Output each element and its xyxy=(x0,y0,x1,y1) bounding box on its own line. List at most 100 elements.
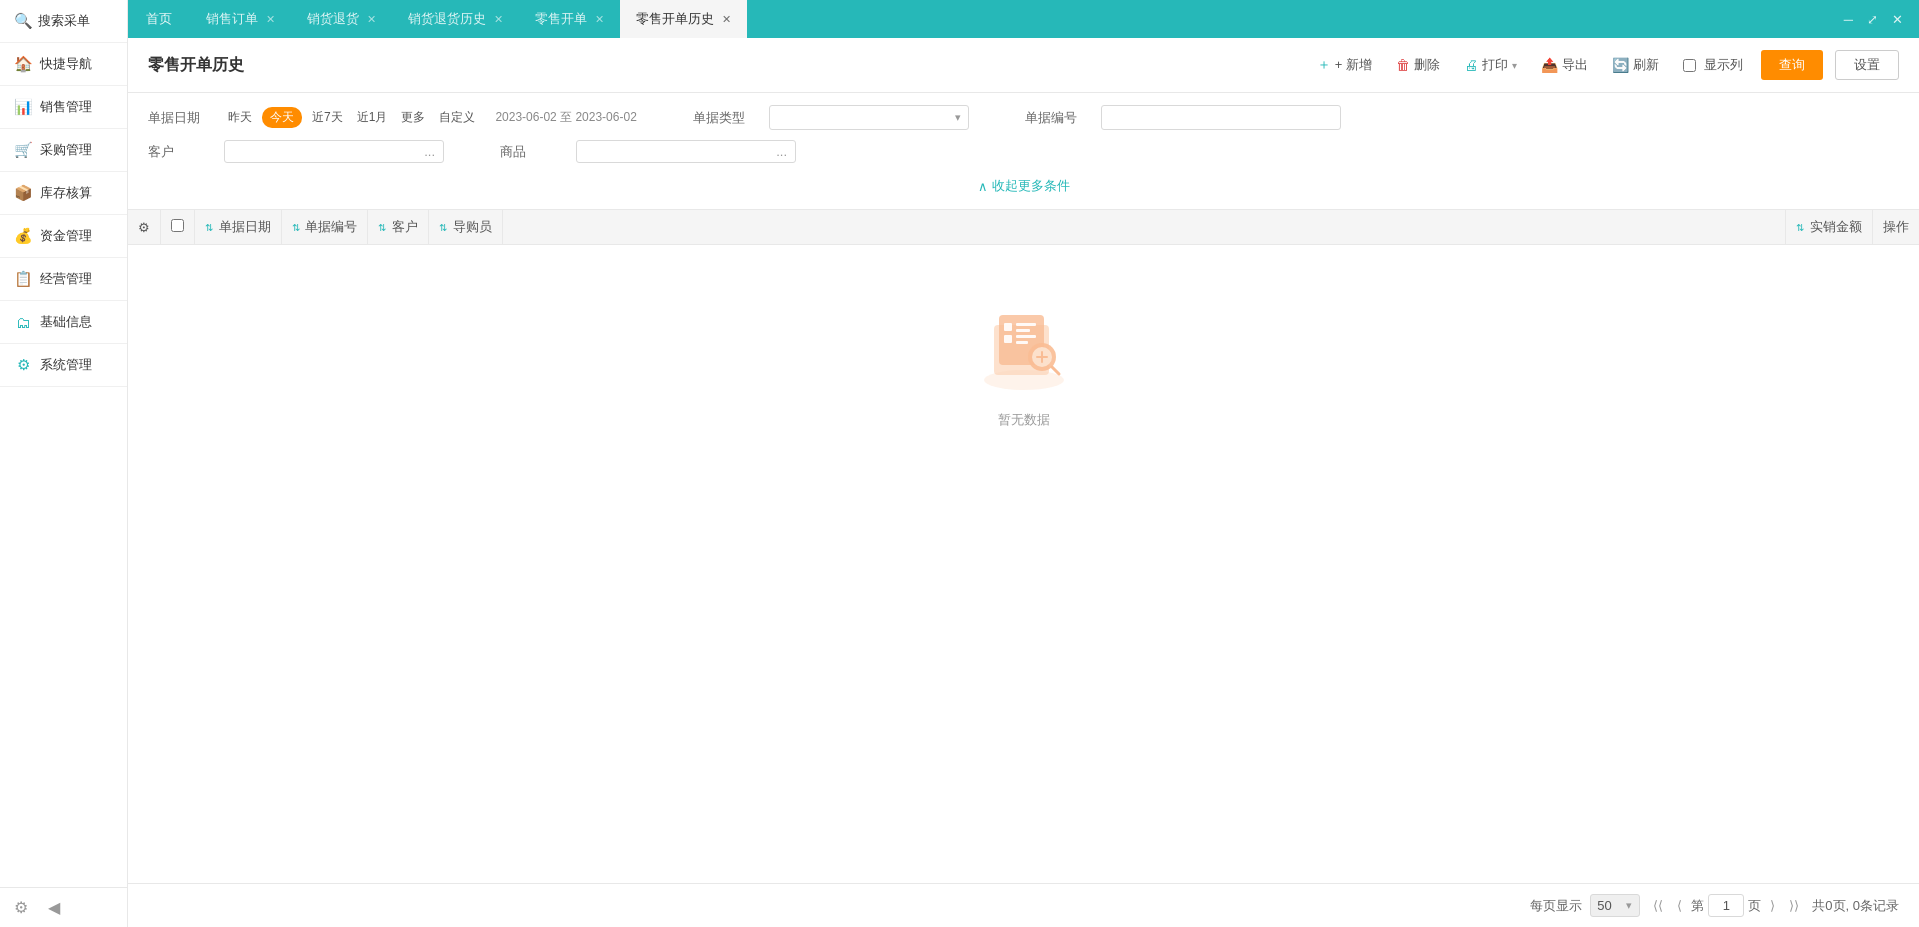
product-input-wrapper[interactable]: ... xyxy=(576,140,796,163)
page-title: 零售开单历史 xyxy=(148,55,244,76)
tab-sales-return[interactable]: 销货退货 ✕ xyxy=(291,0,392,38)
doc-type-select[interactable] xyxy=(769,105,969,130)
col-amount[interactable]: ⇅ 实销金额 xyxy=(1786,210,1873,245)
collapse-label: 收起更多条件 xyxy=(992,177,1070,195)
sidebar-item-inventory[interactable]: 📦 库存核算 xyxy=(0,172,127,215)
first-page-btn[interactable]: ⟨⟨ xyxy=(1648,896,1668,915)
date-opt-more[interactable]: 更多 xyxy=(397,107,429,128)
sidebar-item-label: 采购管理 xyxy=(40,141,92,159)
window-restore-icon[interactable]: ⤢ xyxy=(1867,12,1878,27)
query-button[interactable]: 查询 xyxy=(1761,50,1823,80)
date-opt-today[interactable]: 今天 xyxy=(262,107,302,128)
date-label: 单据日期 xyxy=(148,109,208,127)
col-number[interactable]: ⇅ 单据编号 xyxy=(281,210,368,245)
sidebar-item-system[interactable]: ⚙ 系统管理 xyxy=(0,344,127,387)
sidebar-item-label: 经营管理 xyxy=(40,270,92,288)
tab-retail-open-close[interactable]: ✕ xyxy=(595,13,604,26)
select-all-checkbox[interactable] xyxy=(171,219,184,232)
col-action: 操作 xyxy=(1873,210,1920,245)
col-salesperson[interactable]: ⇅ 导购员 xyxy=(428,210,502,245)
col-action-label: 操作 xyxy=(1883,219,1909,234)
customer-input[interactable] xyxy=(233,144,424,159)
product-ellipsis[interactable]: ... xyxy=(776,144,787,159)
table-area: ⚙ ⇅ 单据日期 ⇅ 单据编号 xyxy=(128,210,1919,927)
tab-sales-return-close[interactable]: ✕ xyxy=(367,13,376,26)
window-close-icon[interactable]: ✕ xyxy=(1892,12,1903,27)
customer-input-wrapper[interactable]: ... xyxy=(224,140,444,163)
sort-date-icon: ⇅ xyxy=(205,222,213,233)
purchase-icon: 🛒 xyxy=(14,141,32,159)
last-page-btn[interactable]: ⟩⟩ xyxy=(1784,896,1804,915)
svg-rect-4 xyxy=(1016,323,1036,326)
sidebar-item-purchase-mgmt[interactable]: 🛒 采购管理 xyxy=(0,129,127,172)
col-date[interactable]: ⇅ 单据日期 xyxy=(195,210,282,245)
date-opt-yesterday[interactable]: 昨天 xyxy=(224,107,256,128)
sidebar-item-label: 基础信息 xyxy=(40,313,92,331)
date-opt-custom[interactable]: 自定义 xyxy=(435,107,479,128)
date-opt-last-month[interactable]: 近1月 xyxy=(353,107,392,128)
tab-sales-order[interactable]: 销售订单 ✕ xyxy=(190,0,291,38)
page-suffix: 页 xyxy=(1748,897,1761,915)
sidebar-item-label: 系统管理 xyxy=(40,356,92,374)
export-button[interactable]: 📤 导出 xyxy=(1535,52,1594,78)
tab-sales-order-label: 销售订单 xyxy=(206,10,258,28)
sidebar-item-finance[interactable]: 💰 资金管理 xyxy=(0,215,127,258)
col-settings[interactable]: ⚙ xyxy=(128,210,161,245)
delete-button[interactable]: 🗑 删除 xyxy=(1390,52,1446,78)
system-icon: ⚙ xyxy=(14,356,32,374)
search-icon: 🔍 xyxy=(14,12,32,30)
tab-retail-open-history[interactable]: 零售开单历史 ✕ xyxy=(620,0,747,38)
main-content: 首页 销售订单 ✕ 销货退货 ✕ 销货退货历史 ✕ 零售开单 ✕ 零售开单历史 … xyxy=(128,0,1919,927)
sort-amount-icon: ⇅ xyxy=(1796,222,1804,233)
sidebar-bottom: ⚙ ◀ xyxy=(0,887,127,927)
print-button[interactable]: 🖨 打印 ▾ xyxy=(1458,52,1523,78)
sidebar-search[interactable]: 🔍 搜索采单 xyxy=(0,0,127,43)
window-minimize-icon[interactable]: ─ xyxy=(1844,12,1853,27)
tab-retail-open[interactable]: 零售开单 ✕ xyxy=(519,0,620,38)
product-input[interactable] xyxy=(585,144,776,159)
refresh-button[interactable]: 🔄 刷新 xyxy=(1606,52,1665,78)
tab-retail-open-history-label: 零售开单历史 xyxy=(636,10,714,28)
collapse-icon: ∧ xyxy=(978,179,988,194)
print-arrow: ▾ xyxy=(1512,60,1517,71)
doc-type-select-wrapper xyxy=(769,105,969,130)
tab-home[interactable]: 首页 xyxy=(128,0,190,38)
inventory-icon: 📦 xyxy=(14,184,32,202)
tab-sales-return-history-close[interactable]: ✕ xyxy=(494,13,503,26)
tab-bar: 首页 销售订单 ✕ 销货退货 ✕ 销货退货历史 ✕ 零售开单 ✕ 零售开单历史 … xyxy=(128,0,1919,38)
sidebar-item-sales-mgmt[interactable]: 📊 销售管理 xyxy=(0,86,127,129)
tab-retail-open-label: 零售开单 xyxy=(535,10,587,28)
date-opt-last7[interactable]: 近7天 xyxy=(308,107,347,128)
settings-bottom-icon[interactable]: ⚙ xyxy=(14,898,28,917)
collapse-filter-btn[interactable]: ∧ 收起更多条件 xyxy=(148,173,1899,199)
sidebar-item-operations[interactable]: 📋 经营管理 xyxy=(0,258,127,301)
sort-salesperson-icon: ⇅ xyxy=(439,222,447,233)
data-table: ⚙ ⇅ 单据日期 ⇅ 单据编号 xyxy=(128,210,1919,245)
col-check[interactable] xyxy=(161,210,195,245)
sort-customer-icon: ⇅ xyxy=(378,222,386,233)
add-button[interactable]: ＋ + 新增 xyxy=(1311,52,1378,78)
next-page-btn[interactable]: ⟩ xyxy=(1765,896,1780,915)
finance-icon: 💰 xyxy=(14,227,32,245)
tab-sales-order-close[interactable]: ✕ xyxy=(266,13,275,26)
collapse-sidebar-icon[interactable]: ◀ xyxy=(48,898,60,917)
sidebar-item-quick-nav[interactable]: 🏠 快捷导航 xyxy=(0,43,127,86)
display-cols-checkbox[interactable] xyxy=(1683,59,1696,72)
tab-retail-open-history-close[interactable]: ✕ xyxy=(722,13,731,26)
pagination: 每页显示 50 10 20 100 ⟨⟨ ⟨ 第 1 页 ⟩ ⟩⟩ 共0页, 0… xyxy=(128,883,1919,927)
col-customer[interactable]: ⇅ 客户 xyxy=(368,210,429,245)
add-label: + 新增 xyxy=(1335,56,1372,74)
home-icon: 🏠 xyxy=(14,55,32,73)
page-number-input[interactable]: 1 xyxy=(1708,894,1744,917)
settings-button[interactable]: 设置 xyxy=(1835,50,1899,80)
display-cols-button[interactable]: 显示列 xyxy=(1677,52,1749,78)
col-amount-label: 实销金额 xyxy=(1810,219,1862,234)
sidebar-item-basic-info[interactable]: 🗂 基础信息 xyxy=(0,301,127,344)
page-size-select[interactable]: 50 10 20 100 xyxy=(1590,894,1640,917)
prev-page-btn[interactable]: ⟨ xyxy=(1672,896,1687,915)
sidebar-item-label: 快捷导航 xyxy=(40,55,92,73)
customer-ellipsis[interactable]: ... xyxy=(424,144,435,159)
page-size-label: 每页显示 xyxy=(1530,897,1582,915)
doc-number-input[interactable] xyxy=(1101,105,1341,130)
tab-sales-return-history[interactable]: 销货退货历史 ✕ xyxy=(392,0,519,38)
